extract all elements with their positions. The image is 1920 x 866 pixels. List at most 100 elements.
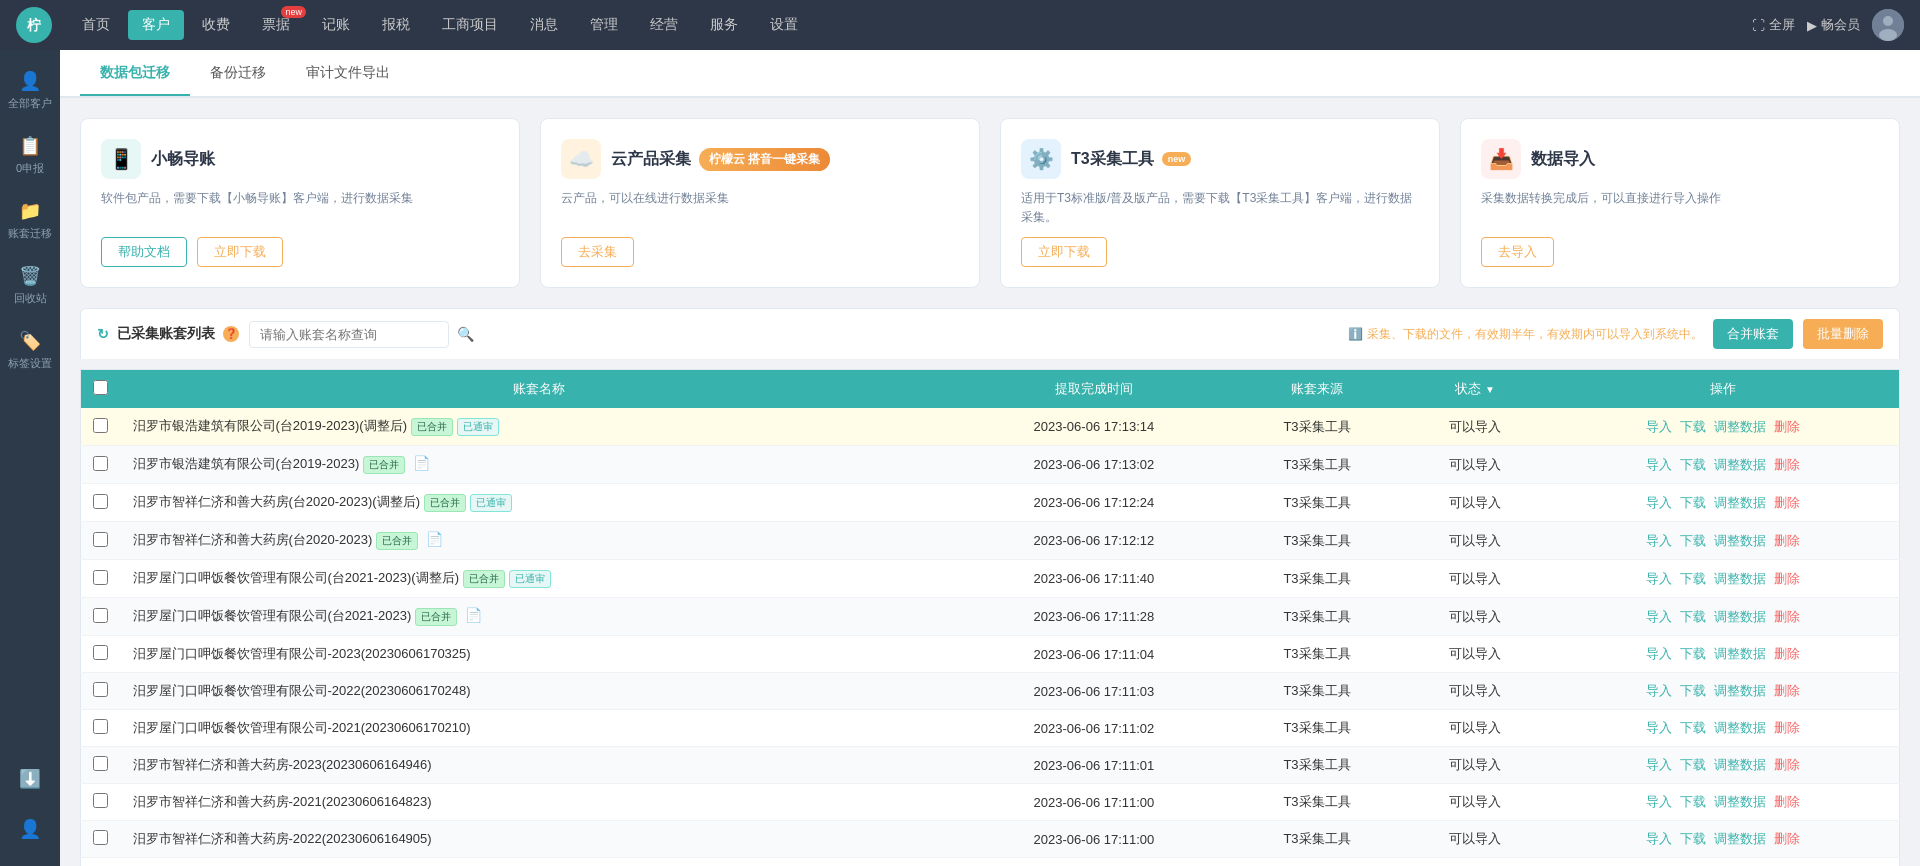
action-删除[interactable]: 删除 — [1770, 608, 1804, 626]
help-doc-button[interactable]: 帮助文档 — [101, 237, 187, 267]
search-button[interactable]: 🔍 — [457, 326, 474, 342]
nav-item-tax[interactable]: 报税 — [368, 10, 424, 40]
action-下载[interactable]: 下载 — [1676, 793, 1710, 811]
action-删除[interactable]: 删除 — [1770, 570, 1804, 588]
nav-item-service[interactable]: 服务 — [696, 10, 752, 40]
action-调整数据[interactable]: 调整数据 — [1710, 682, 1770, 700]
nav-item-operation[interactable]: 经营 — [636, 10, 692, 40]
action-下载[interactable]: 下载 — [1676, 418, 1710, 436]
action-导入[interactable]: 导入 — [1642, 756, 1676, 774]
goto-collect-button[interactable]: 去采集 — [561, 237, 634, 267]
action-调整数据[interactable]: 调整数据 — [1710, 532, 1770, 550]
action-下载[interactable]: 下载 — [1676, 608, 1710, 626]
action-下载[interactable]: 下载 — [1676, 645, 1710, 663]
action-下载[interactable]: 下载 — [1676, 456, 1710, 474]
t3-download-button[interactable]: 立即下载 — [1021, 237, 1107, 267]
row-checkbox[interactable] — [93, 793, 108, 808]
row-checkbox[interactable] — [93, 608, 108, 623]
action-导入[interactable]: 导入 — [1642, 682, 1676, 700]
action-调整数据[interactable]: 调整数据 — [1710, 418, 1770, 436]
action-删除[interactable]: 删除 — [1770, 682, 1804, 700]
nav-item-manage[interactable]: 管理 — [576, 10, 632, 40]
member-button[interactable]: ▶ 畅会员 — [1807, 16, 1860, 34]
action-调整数据[interactable]: 调整数据 — [1710, 756, 1770, 774]
action-导入[interactable]: 导入 — [1642, 645, 1676, 663]
action-删除[interactable]: 删除 — [1770, 418, 1804, 436]
sidebar-item-account-migration[interactable]: 📁 账套迁移 — [0, 190, 60, 251]
batch-delete-button[interactable]: 批量删除 — [1803, 319, 1883, 349]
row-checkbox[interactable] — [93, 682, 108, 697]
nav-item-bookkeeping[interactable]: 记账 — [308, 10, 364, 40]
action-调整数据[interactable]: 调整数据 — [1710, 793, 1770, 811]
action-删除[interactable]: 删除 — [1770, 456, 1804, 474]
action-调整数据[interactable]: 调整数据 — [1710, 830, 1770, 848]
row-checkbox[interactable] — [93, 756, 108, 771]
action-导入[interactable]: 导入 — [1642, 532, 1676, 550]
tab-data-migration[interactable]: 数据包迁移 — [80, 52, 190, 96]
row-checkbox[interactable] — [93, 830, 108, 845]
nav-item-settings[interactable]: 设置 — [756, 10, 812, 40]
row-checkbox[interactable] — [93, 494, 108, 509]
action-下载[interactable]: 下载 — [1676, 570, 1710, 588]
nav-item-customer[interactable]: 客户 — [128, 10, 184, 40]
nav-item-ticket[interactable]: 票据 new — [248, 10, 304, 40]
action-删除[interactable]: 删除 — [1770, 756, 1804, 774]
action-下载[interactable]: 下载 — [1676, 830, 1710, 848]
action-下载[interactable]: 下载 — [1676, 494, 1710, 512]
sidebar-item-download[interactable]: ⬇️ — [15, 758, 45, 800]
action-下载[interactable]: 下载 — [1676, 719, 1710, 737]
action-删除[interactable]: 删除 — [1770, 719, 1804, 737]
help-icon[interactable]: ❓ — [223, 326, 239, 342]
action-调整数据[interactable]: 调整数据 — [1710, 645, 1770, 663]
row-actions: 导入下载调整数据删除 — [1547, 747, 1900, 784]
nav-item-home[interactable]: 首页 — [68, 10, 124, 40]
action-下载[interactable]: 下载 — [1676, 682, 1710, 700]
action-调整数据[interactable]: 调整数据 — [1710, 456, 1770, 474]
action-删除[interactable]: 删除 — [1770, 793, 1804, 811]
action-导入[interactable]: 导入 — [1642, 793, 1676, 811]
user-avatar[interactable] — [1872, 9, 1904, 41]
action-导入[interactable]: 导入 — [1642, 608, 1676, 626]
goto-import-button[interactable]: 去导入 — [1481, 237, 1554, 267]
nav-item-business[interactable]: 工商项目 — [428, 10, 512, 40]
row-checkbox[interactable] — [93, 645, 108, 660]
action-下载[interactable]: 下载 — [1676, 756, 1710, 774]
action-调整数据[interactable]: 调整数据 — [1710, 608, 1770, 626]
sidebar-item-profile[interactable]: 👤 — [15, 808, 45, 850]
action-删除[interactable]: 删除 — [1770, 494, 1804, 512]
nav-item-message[interactable]: 消息 — [516, 10, 572, 40]
action-导入[interactable]: 导入 — [1642, 570, 1676, 588]
action-导入[interactable]: 导入 — [1642, 830, 1676, 848]
search-input[interactable] — [249, 321, 449, 348]
action-调整数据[interactable]: 调整数据 — [1710, 570, 1770, 588]
action-删除[interactable]: 删除 — [1770, 645, 1804, 663]
action-调整数据[interactable]: 调整数据 — [1710, 494, 1770, 512]
action-调整数据[interactable]: 调整数据 — [1710, 719, 1770, 737]
th-status[interactable]: 状态 ▼ — [1403, 370, 1547, 409]
fullscreen-button[interactable]: ⛶ 全屏 — [1752, 16, 1795, 34]
row-checkbox[interactable] — [93, 418, 108, 433]
row-checkbox[interactable] — [93, 719, 108, 734]
nav-item-fee[interactable]: 收费 — [188, 10, 244, 40]
sidebar-item-tags[interactable]: 🏷️ 标签设置 — [0, 320, 60, 381]
action-导入[interactable]: 导入 — [1642, 418, 1676, 436]
sidebar-item-zero-report[interactable]: 📋 0申报 — [0, 125, 60, 186]
action-导入[interactable]: 导入 — [1642, 456, 1676, 474]
sidebar-item-all-customers[interactable]: 👤 全部客户 — [0, 60, 60, 121]
sidebar-item-recycle[interactable]: 🗑️ 回收站 — [0, 255, 60, 316]
select-all-checkbox[interactable] — [93, 380, 108, 395]
action-导入[interactable]: 导入 — [1642, 719, 1676, 737]
refresh-icon[interactable]: ↻ — [97, 326, 109, 342]
download-now-button[interactable]: 立即下载 — [197, 237, 283, 267]
row-checkbox[interactable] — [93, 456, 108, 471]
row-checkbox[interactable] — [93, 532, 108, 547]
action-删除[interactable]: 删除 — [1770, 830, 1804, 848]
app-logo[interactable]: 柠 — [16, 7, 52, 43]
action-删除[interactable]: 删除 — [1770, 532, 1804, 550]
merge-account-button[interactable]: 合并账套 — [1713, 319, 1793, 349]
action-导入[interactable]: 导入 — [1642, 494, 1676, 512]
action-下载[interactable]: 下载 — [1676, 532, 1710, 550]
row-checkbox[interactable] — [93, 570, 108, 585]
tab-audit-export[interactable]: 审计文件导出 — [286, 52, 410, 96]
tab-backup-migration[interactable]: 备份迁移 — [190, 52, 286, 96]
